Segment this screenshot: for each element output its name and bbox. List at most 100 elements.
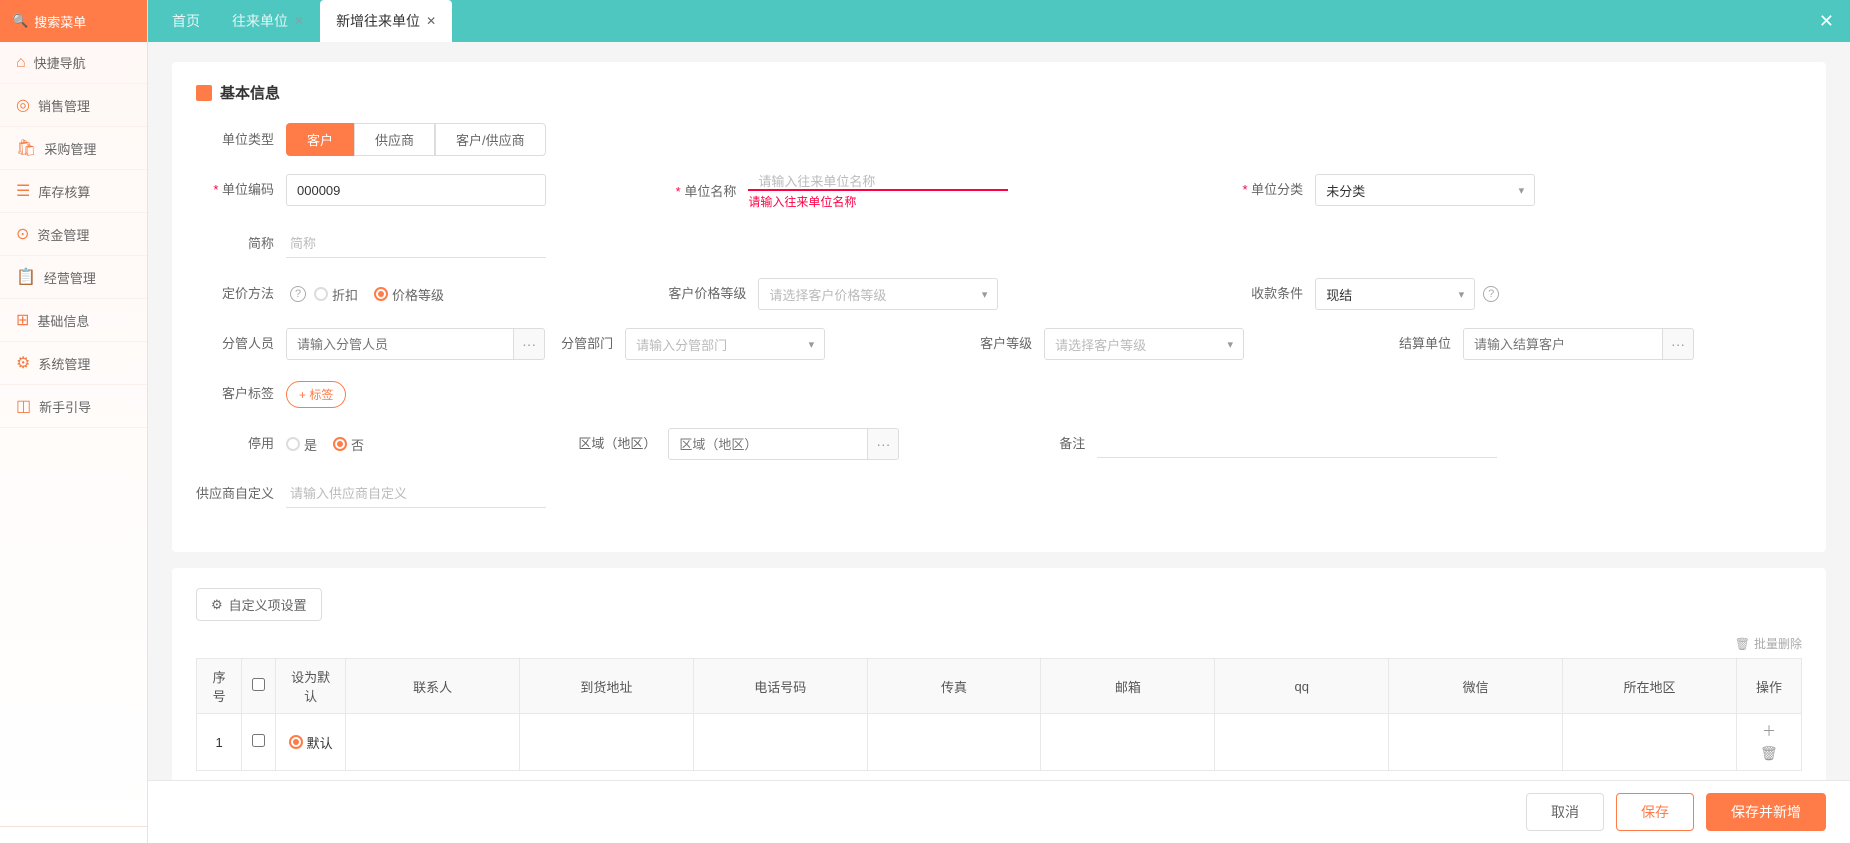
main-area: 首页往来单位✕新增往来单位✕ ✕ 基本信息 单位类型 客户 供应商 客户/供应商 — [148, 0, 1850, 843]
unit-code-group: 单位编码 — [196, 174, 668, 206]
email-input[interactable] — [1051, 735, 1204, 750]
cell-address[interactable] — [519, 714, 693, 771]
phone-input[interactable] — [704, 735, 857, 750]
contact-table: 序号设为默认联系人到货地址电话号码传真邮箱qq微信所在地区操作 1 默认 ＋ 🗑 — [196, 658, 1802, 771]
customer-level-select[interactable]: 请选择客户等级 ▾ — [1044, 328, 1244, 360]
unit-category-value: 未分类 — [1326, 181, 1365, 200]
region-input[interactable] — [668, 428, 868, 460]
delete-row-btn[interactable]: 🗑 — [1758, 742, 1780, 764]
short-name-input[interactable] — [286, 230, 546, 258]
unit-name-error-msg: 请输入往来单位名称 — [748, 193, 1008, 210]
supplier-custom-input[interactable] — [286, 480, 546, 508]
cell-region[interactable] — [1563, 714, 1737, 771]
wechat-input[interactable] — [1399, 735, 1552, 750]
payment-terms-value: 现结 — [1326, 285, 1352, 304]
region-cell-input[interactable] — [1573, 735, 1726, 750]
radio-discount[interactable]: 折扣 — [314, 285, 358, 304]
save-button[interactable]: 保存 — [1616, 793, 1694, 831]
btn-customer[interactable]: 客户 — [286, 123, 354, 156]
radio-price-level[interactable]: 价格等级 — [374, 285, 444, 304]
cell-email[interactable] — [1041, 714, 1215, 771]
pricing-method-label: 定价方法 — [196, 278, 286, 310]
fax-input[interactable] — [878, 735, 1031, 750]
contact-input[interactable] — [356, 735, 509, 750]
sidebar-quick-nav-label: 快捷导航 — [34, 53, 86, 72]
sidebar-item-purchase[interactable]: 🛍采购管理 — [0, 127, 147, 170]
btn-supplier[interactable]: 供应商 — [354, 123, 435, 156]
settlement-input[interactable] — [1463, 328, 1663, 360]
sidebar-item-sales[interactable]: ◎销售管理 — [0, 84, 147, 127]
unit-name-label: 单位名称 — [668, 176, 748, 208]
batch-delete-btn[interactable]: 🗑 批量删除 — [1735, 635, 1802, 652]
payment-terms-select[interactable]: 现结 ▾ — [1315, 278, 1475, 310]
sidebar-search[interactable]: 🔍 搜索菜单 — [0, 0, 147, 42]
custom-settings-btn[interactable]: ⚙ 自定义项设置 — [196, 588, 322, 621]
department-placeholder: 请输入分管部门 — [636, 335, 727, 354]
cell-qq[interactable] — [1215, 714, 1389, 771]
payment-help-icon[interactable]: ? — [1483, 286, 1499, 302]
cell-fax[interactable] — [867, 714, 1041, 771]
unit-name-input[interactable] — [748, 174, 1008, 191]
customer-price-arrow: ▾ — [982, 288, 988, 301]
select-all-checkbox[interactable] — [252, 678, 265, 691]
cell-phone[interactable] — [693, 714, 867, 771]
sidebar-item-system[interactable]: ⚙系统管理 — [0, 342, 147, 385]
manager-more-btn[interactable]: ··· — [514, 328, 545, 360]
gear-icon: ⚙ — [211, 597, 223, 613]
sidebar-item-newbie[interactable]: ◫新手引导 — [0, 385, 147, 428]
cell-checkbox[interactable] — [242, 714, 276, 771]
row-checkbox-0[interactable] — [252, 734, 265, 747]
add-row-btn[interactable]: ＋ — [1758, 720, 1780, 742]
unit-code-label: 单位编码 — [196, 174, 286, 206]
cancel-button[interactable]: 取消 — [1526, 793, 1604, 831]
customer-price-group: 客户价格等级 请选择客户价格等级 ▾ — [668, 278, 1235, 310]
manager-group: 分管人员 ··· — [196, 328, 545, 360]
sidebar-system-icon: ⚙ — [16, 353, 30, 373]
department-select[interactable]: 请输入分管部门 ▾ — [625, 328, 825, 360]
address-input[interactable] — [530, 735, 683, 750]
tab-new-partner[interactable]: 新增往来单位✕ — [320, 0, 452, 42]
table-header-设为默认: 设为默认 — [276, 659, 346, 714]
row-manager: 分管人员 ··· 分管部门 请输入分管部门 ▾ 客户等级 — [196, 328, 1802, 360]
radio-yes[interactable]: 是 — [286, 435, 317, 454]
add-tag-btn[interactable]: + 标签 — [286, 381, 346, 408]
tab-home[interactable]: 首页 — [156, 0, 216, 42]
unit-category-select[interactable]: 未分类 ▾ — [1315, 174, 1535, 206]
tab-new-partner-close[interactable]: ✕ — [426, 14, 436, 28]
manager-input[interactable] — [286, 328, 514, 360]
radio-no[interactable]: 否 — [333, 435, 364, 454]
pricing-help-icon[interactable]: ? — [290, 286, 306, 302]
level-arrow: ▾ — [1228, 338, 1234, 351]
tab-partners-close[interactable]: ✕ — [294, 14, 304, 28]
row-code-name-category: 单位编码 单位名称 请输入往来单位名称 单位分类 未分类 ▾ — [196, 174, 1802, 210]
cell-wechat[interactable] — [1389, 714, 1563, 771]
save-new-button[interactable]: 保存并新增 — [1706, 793, 1826, 831]
sidebar-item-operation[interactable]: 📋经营管理 — [0, 256, 147, 299]
sidebar-item-inventory[interactable]: ☰库存核算 — [0, 170, 147, 213]
region-more-btn[interactable]: ··· — [868, 428, 899, 460]
unit-type-row: 单位类型 客户 供应商 客户/供应商 — [196, 123, 1802, 156]
sidebar-item-finance[interactable]: ⊙资金管理 — [0, 213, 147, 256]
tab-bar-close-icon[interactable]: ✕ — [1811, 11, 1842, 32]
sidebar-item-basic[interactable]: ⊞基础信息 — [0, 299, 147, 342]
payment-terms-label: 收款条件 — [1235, 278, 1315, 310]
unit-name-group: 单位名称 请输入往来单位名称 — [668, 174, 1235, 210]
customer-price-placeholder: 请选择客户价格等级 — [769, 285, 886, 304]
unit-code-input[interactable] — [286, 174, 546, 206]
default-radio[interactable] — [289, 735, 303, 749]
remark-input[interactable] — [1097, 430, 1497, 458]
tag-group: 客户标签 + 标签 — [196, 378, 1802, 410]
qq-input[interactable] — [1225, 735, 1378, 750]
sidebar-item-quick-nav[interactable]: ⌂快捷导航 — [0, 42, 147, 84]
customer-price-select[interactable]: 请选择客户价格等级 ▾ — [758, 278, 998, 310]
tab-partners[interactable]: 往来单位✕ — [216, 0, 320, 42]
unit-name-wrapper: 请输入往来单位名称 — [748, 174, 1008, 210]
settlement-more-btn[interactable]: ··· — [1663, 328, 1694, 360]
sidebar-bottom — [0, 826, 147, 843]
default-radio-label[interactable]: 默认 — [286, 733, 335, 752]
pricing-radio-group: 折扣 价格等级 — [314, 285, 444, 304]
cell-contact[interactable] — [346, 714, 520, 771]
cell-action: ＋ 🗑 — [1736, 714, 1801, 771]
table-header-联系人: 联系人 — [346, 659, 520, 714]
btn-both[interactable]: 客户/供应商 — [435, 123, 546, 156]
